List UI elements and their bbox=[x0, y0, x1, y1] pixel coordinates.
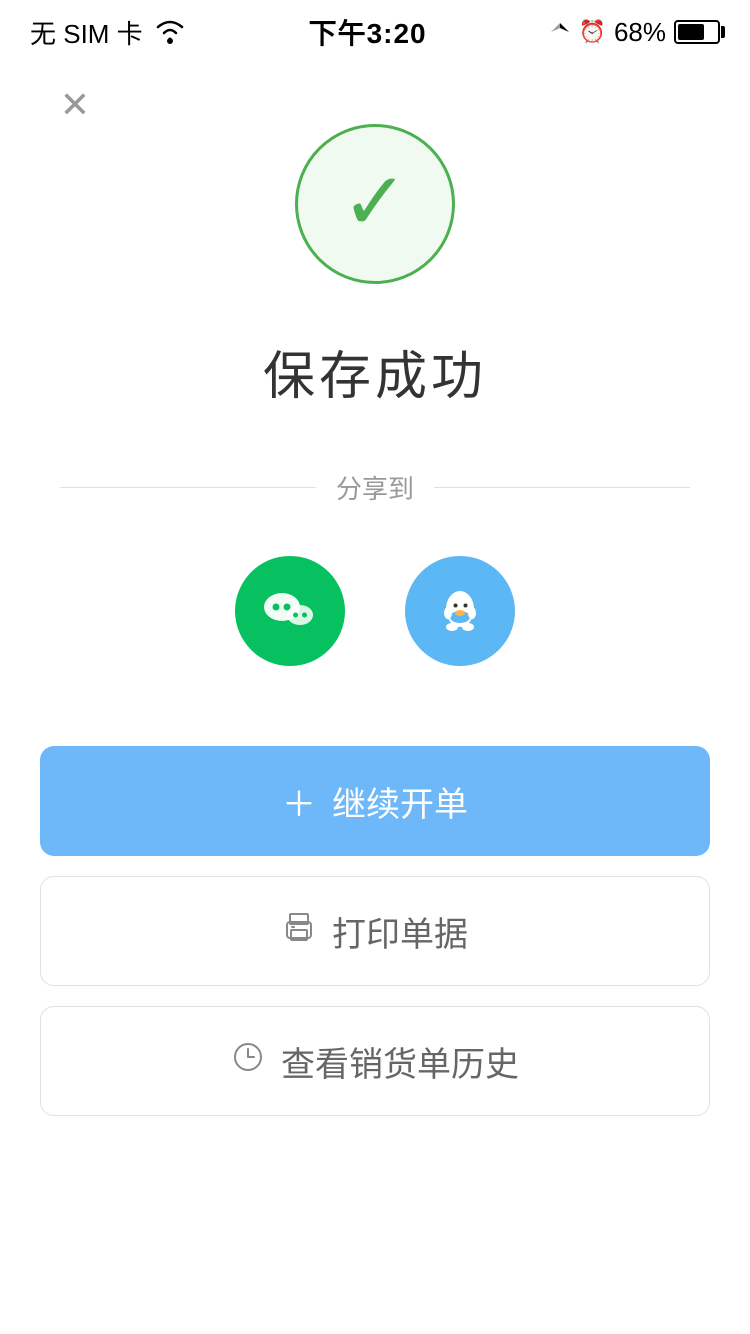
status-time: 下午3:20 bbox=[309, 12, 427, 52]
alarm-icon: ⏰ bbox=[579, 19, 606, 45]
divider-line-left bbox=[60, 487, 316, 488]
history-icon bbox=[231, 1040, 265, 1083]
battery-icon bbox=[674, 20, 720, 44]
continue-order-button[interactable]: ＋ 继续开单 bbox=[40, 746, 710, 856]
location-icon bbox=[549, 21, 571, 43]
qq-icon bbox=[428, 579, 492, 643]
wechat-share-button[interactable] bbox=[235, 556, 345, 666]
battery-percent: 68% bbox=[614, 17, 666, 48]
success-circle: ✓ bbox=[295, 124, 455, 284]
action-buttons: ＋ 继续开单 打印单据 查看销货单历史 bbox=[0, 746, 750, 1116]
qq-share-button[interactable] bbox=[405, 556, 515, 666]
close-icon: ✕ bbox=[60, 87, 90, 123]
sim-status: 无 SIM 卡 bbox=[30, 14, 143, 51]
share-icons bbox=[235, 556, 515, 666]
print-button[interactable]: 打印单据 bbox=[40, 876, 710, 986]
checkmark-icon: ✓ bbox=[341, 162, 408, 242]
status-bar: 无 SIM 卡 下午3:20 ⏰ 68% bbox=[0, 0, 750, 64]
share-divider: 分享到 bbox=[0, 469, 750, 506]
status-right: ⏰ 68% bbox=[549, 17, 720, 48]
wechat-icon bbox=[258, 579, 322, 643]
close-button[interactable]: ✕ bbox=[50, 80, 100, 130]
history-label: 查看销货单历史 bbox=[281, 1037, 519, 1086]
divider-label: 分享到 bbox=[316, 469, 434, 506]
status-left: 无 SIM 卡 bbox=[30, 14, 187, 51]
plus-icon: ＋ bbox=[282, 777, 316, 826]
history-button[interactable]: 查看销货单历史 bbox=[40, 1006, 710, 1116]
continue-order-label: 继续开单 bbox=[332, 777, 468, 826]
divider-line-right bbox=[434, 487, 690, 488]
printer-icon bbox=[282, 910, 316, 953]
wifi-icon bbox=[153, 19, 187, 45]
success-title: 保存成功 bbox=[263, 334, 487, 409]
print-label: 打印单据 bbox=[332, 907, 468, 956]
main-content: ✓ 保存成功 分享到 bbox=[0, 64, 750, 1116]
